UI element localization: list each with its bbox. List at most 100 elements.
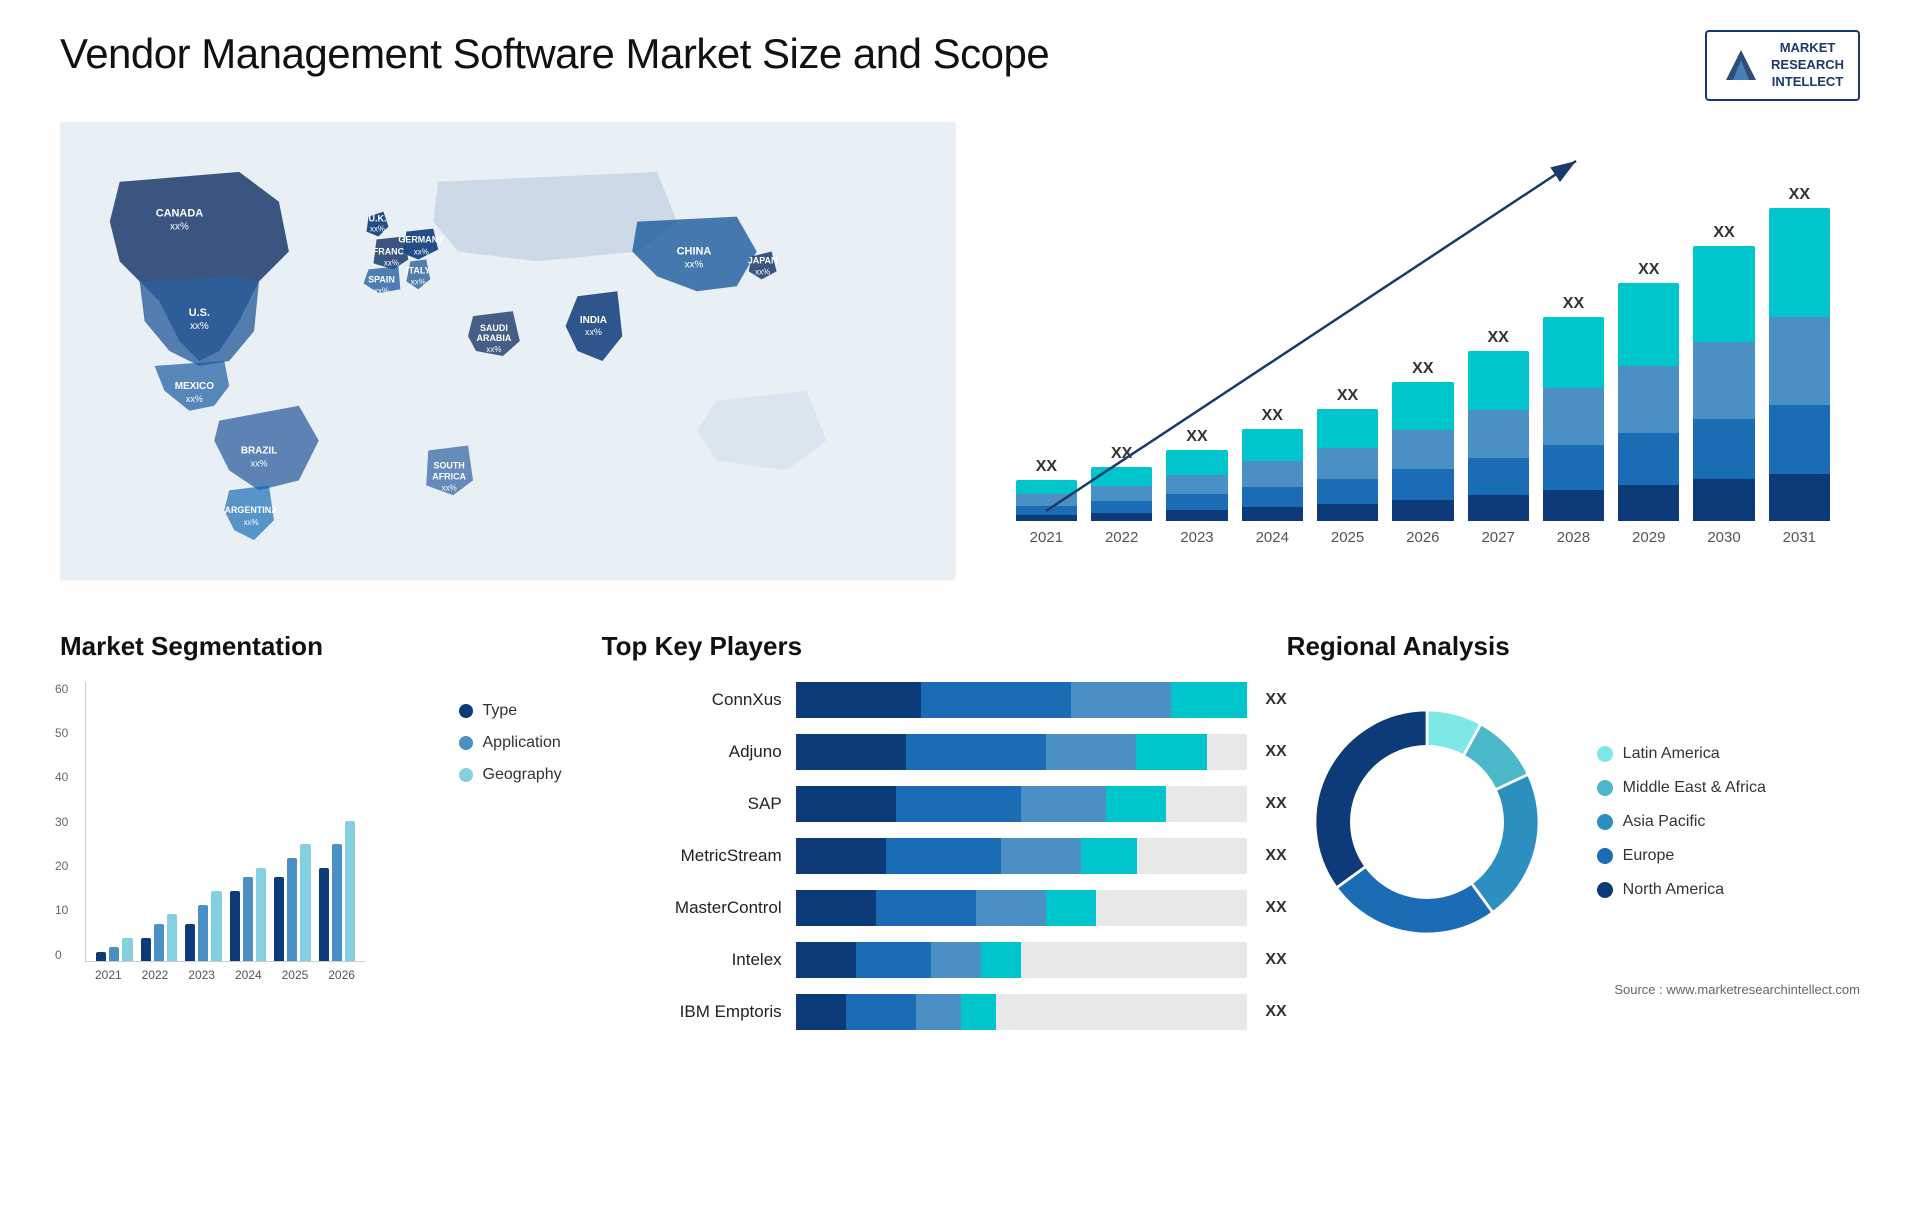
bar-value-2: XX: [1186, 428, 1207, 446]
player-name-1: Adjuno: [602, 742, 782, 762]
bar-seg-10-2: [1769, 405, 1830, 474]
player-name-5: Intelex: [602, 950, 782, 970]
legend-asia-pacific: Asia Pacific: [1597, 813, 1766, 831]
player-bar-seg-5-2: [931, 942, 981, 978]
player-bar-value-2: XX: [1265, 795, 1286, 813]
bar-seg-8-0: [1618, 283, 1679, 366]
bar-value-9: XX: [1713, 224, 1734, 242]
legend-europe-label: Europe: [1623, 847, 1675, 865]
legend-application-label: Application: [483, 734, 561, 752]
bar-seg-2-3: [1166, 510, 1227, 521]
player-bar-seg-3-2: [1001, 838, 1081, 874]
player-bar-value-6: XX: [1265, 1003, 1286, 1021]
seg-y-label-60: 60: [55, 682, 68, 696]
player-bar-seg-2-1: [896, 786, 1021, 822]
segmentation-container: Market Segmentation 60 50 40 30 20 10 0: [60, 621, 562, 1181]
player-row-4: MasterControlXX: [602, 890, 1247, 926]
player-bar-container-4: XX: [796, 890, 1247, 926]
bar-seg-10-1: [1769, 317, 1830, 405]
seg-bar-chart: 60 50 40 30 20 10 0 2021: [60, 682, 429, 1022]
player-bar-track-1: XX: [796, 734, 1247, 770]
player-row-0: ConnXusXX: [602, 682, 1247, 718]
bar-seg-7-3: [1543, 490, 1604, 521]
bar-seg-4-0: [1317, 409, 1378, 448]
bar-seg-0-0: [1016, 480, 1077, 494]
player-bar-seg-2-3: [1106, 786, 1166, 822]
legend-asia-pacific-label: Asia Pacific: [1623, 813, 1706, 831]
seg-bar-2-1: [198, 905, 208, 961]
map-container: CANADA xx% U.S. xx% MEXICO xx% BRAZIL xx…: [60, 121, 956, 581]
bar-x-label-9: 2030: [1693, 529, 1754, 546]
player-bar-container-2: XX: [796, 786, 1247, 822]
bar-group-2025: XX: [1317, 387, 1378, 521]
seg-x-2021: 2021: [95, 968, 122, 982]
seg-bar-5-1: [332, 844, 342, 961]
player-bar-fill-5: [796, 942, 1022, 978]
bar-chart-container: XXXXXXXXXXXXXXXXXXXXXX 20212022202320242…: [996, 121, 1860, 581]
bar-seg-8-1: [1618, 366, 1679, 433]
bar-chart-bars: XXXXXXXXXXXXXXXXXXXXXX: [1016, 141, 1830, 521]
logo-icon: [1721, 45, 1761, 85]
bar-group-2030: XX: [1693, 224, 1754, 521]
legend-north-america-dot: [1597, 882, 1613, 898]
player-name-6: IBM Emptoris: [602, 1002, 782, 1022]
bar-stack-2: [1166, 450, 1227, 521]
seg-legend: Type Application Geography: [459, 682, 562, 784]
player-bar-seg-4-2: [976, 890, 1046, 926]
svg-text:CHINA: CHINA: [677, 245, 712, 257]
bar-seg-1-0: [1091, 467, 1152, 486]
player-bar-track-2: XX: [796, 786, 1247, 822]
svg-text:JAPAN: JAPAN: [748, 255, 778, 265]
svg-text:xx%: xx%: [251, 458, 268, 468]
svg-text:xx%: xx%: [170, 221, 189, 232]
legend-middle-east: Middle East & Africa: [1597, 779, 1766, 797]
svg-text:xx%: xx%: [442, 483, 457, 492]
seg-bar-5-0: [319, 868, 329, 961]
player-bar-seg-3-0: [796, 838, 886, 874]
player-bar-seg-5-3: [981, 942, 1021, 978]
legend-latin-america-dot: [1597, 746, 1613, 762]
bar-value-0: XX: [1036, 458, 1057, 476]
seg-group-3: [230, 868, 267, 961]
world-map-svg: CANADA xx% U.S. xx% MEXICO xx% BRAZIL xx…: [60, 121, 956, 581]
bar-seg-8-2: [1618, 433, 1679, 485]
bar-seg-6-3: [1468, 495, 1529, 521]
svg-text:BRAZIL: BRAZIL: [241, 445, 277, 456]
player-bar-container-0: XX: [796, 682, 1247, 718]
seg-bar-0-2: [122, 938, 132, 961]
bar-seg-4-3: [1317, 504, 1378, 521]
legend-north-america: North America: [1597, 881, 1766, 899]
player-bar-value-1: XX: [1265, 743, 1286, 761]
seg-y-label-0: 0: [55, 948, 68, 962]
player-name-3: MetricStream: [602, 846, 782, 866]
player-bar-seg-3-3: [1081, 838, 1136, 874]
seg-bars: [85, 682, 365, 962]
bar-group-2026: XX: [1392, 360, 1453, 521]
svg-text:AFRICA: AFRICA: [432, 471, 466, 481]
bar-seg-4-1: [1317, 448, 1378, 479]
seg-bar-0-0: [96, 952, 106, 961]
player-bar-container-6: XX: [796, 994, 1247, 1030]
players-list: ConnXusXXAdjunoXXSAPXXMetricStreamXXMast…: [602, 682, 1247, 1030]
bar-seg-2-1: [1166, 475, 1227, 495]
player-bar-fill-6: [796, 994, 996, 1030]
svg-text:xx%: xx%: [755, 267, 770, 276]
header: Vendor Management Software Market Size a…: [60, 30, 1860, 101]
bar-seg-9-0: [1693, 246, 1754, 342]
seg-bar-1-1: [154, 924, 164, 961]
bar-value-3: XX: [1262, 407, 1283, 425]
player-bar-seg-1-1: [906, 734, 1046, 770]
bar-stack-3: [1242, 429, 1303, 521]
legend-geography: Geography: [459, 766, 562, 784]
bar-stack-10: [1769, 208, 1830, 521]
player-bar-fill-4: [796, 890, 1097, 926]
bar-x-label-7: 2028: [1543, 529, 1604, 546]
bar-seg-8-3: [1618, 485, 1679, 521]
bar-stack-5: [1392, 382, 1453, 521]
player-bar-container-3: XX: [796, 838, 1247, 874]
seg-x-labels: 2021 2022 2023 2024 2025 2026: [85, 968, 365, 982]
player-bar-value-0: XX: [1265, 691, 1286, 709]
bar-seg-6-1: [1468, 410, 1529, 458]
bar-stack-0: [1016, 480, 1077, 521]
page-title: Vendor Management Software Market Size a…: [60, 30, 1049, 78]
